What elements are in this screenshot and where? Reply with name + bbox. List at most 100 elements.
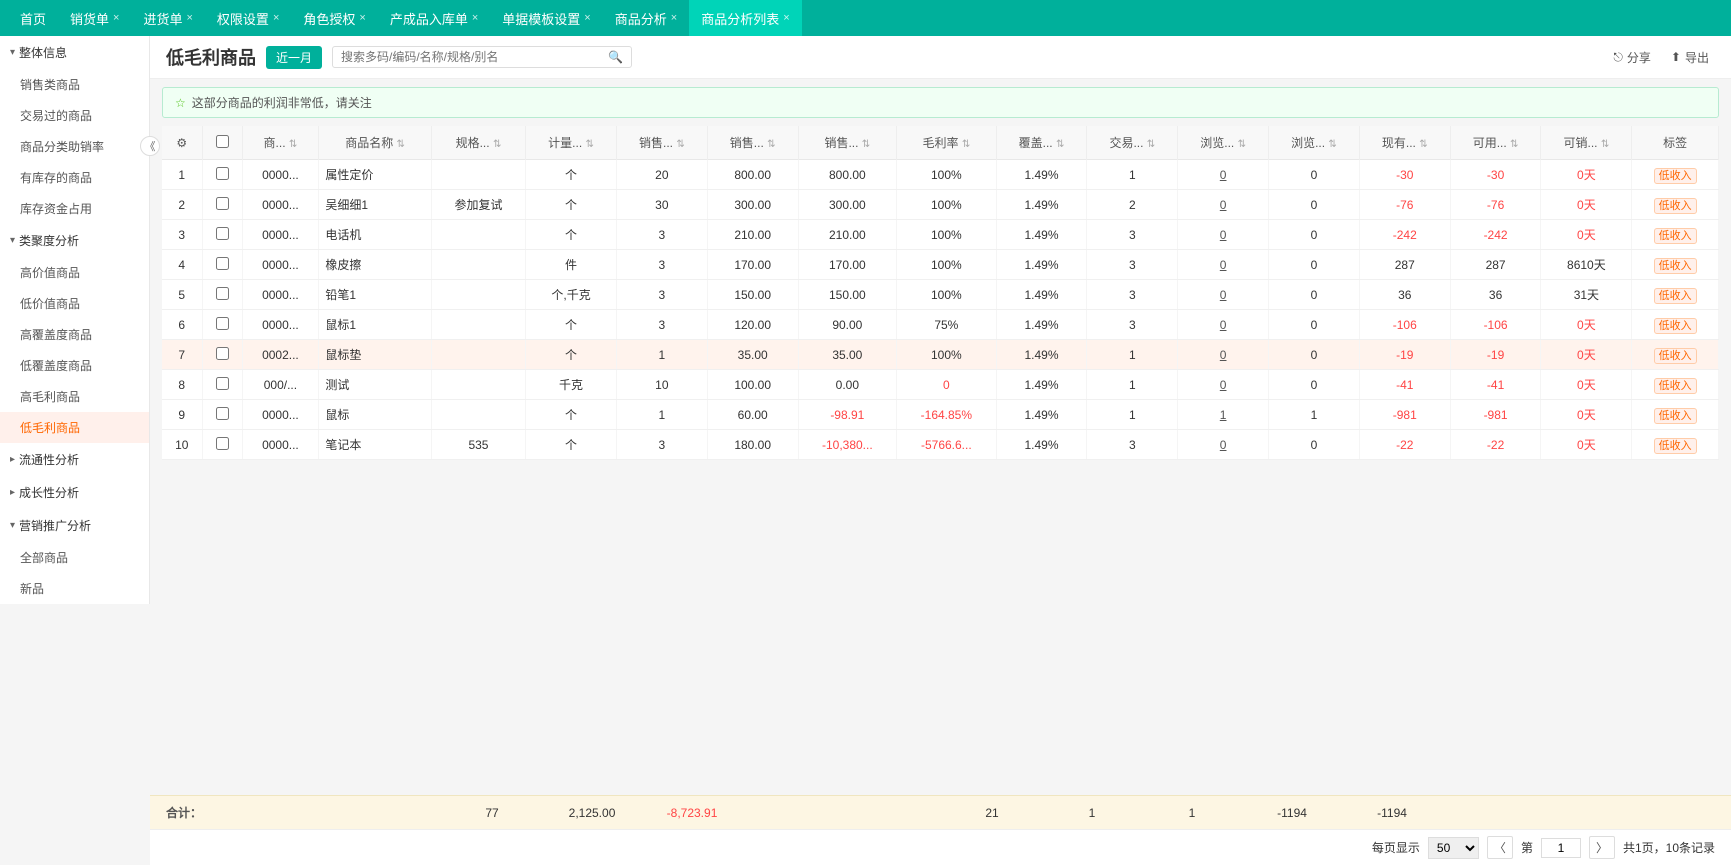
sidebar-item-capital[interactable]: 库存资金占用 (0, 193, 149, 224)
row-name: 电话机 (319, 220, 431, 250)
sidebar-item-low-coverage[interactable]: 低覆盖度商品 (0, 350, 149, 381)
row-tag: 低收入 (1632, 370, 1719, 400)
chevron-down-icon: ▾ (10, 47, 15, 58)
row-browse1: 0 (1178, 370, 1269, 400)
sidebar-item-high-margin[interactable]: 高毛利商品 (0, 381, 149, 412)
row-gross-margin: 0 (897, 370, 997, 400)
prev-page-button[interactable]: 〈 (1487, 836, 1513, 859)
sidebar-item-high-value[interactable]: 高价值商品 (0, 257, 149, 288)
per-page-label: 每页显示 (1372, 839, 1420, 856)
row-coverage: 1.49% (996, 250, 1087, 280)
sidebar-section-growth[interactable]: ▸ 成长性分析 (0, 476, 149, 509)
sidebar-section-marketing[interactable]: ▾ 营销推广分析 (0, 509, 149, 542)
close-icon[interactable]: × (584, 12, 590, 24)
per-page-select[interactable]: 50 20 100 (1428, 837, 1479, 859)
select-all-checkbox[interactable] (216, 135, 229, 148)
row-sales-amount: 60.00 (707, 400, 798, 430)
row-checkbox[interactable] (202, 430, 242, 460)
nav-permission[interactable]: 权限设置 × (205, 0, 291, 36)
row-browse1: 0 (1178, 220, 1269, 250)
row-unit: 个 (526, 310, 617, 340)
close-icon[interactable]: × (472, 12, 478, 24)
row-name: 鼠标垫 (319, 340, 431, 370)
nav-template-setting[interactable]: 单据模板设置 × (490, 0, 602, 36)
col-current-stock: 现有... ⇅ (1359, 126, 1450, 160)
date-filter-button[interactable]: 近一月 (266, 46, 322, 69)
chevron-down-icon: ▾ (10, 235, 15, 246)
sidebar-item-high-coverage[interactable]: 高覆盖度商品 (0, 319, 149, 350)
sidebar-section-cluster[interactable]: ▾ 类聚度分析 (0, 224, 149, 257)
row-name: 吴细细1 (319, 190, 431, 220)
chevron-down-icon: ▾ (10, 520, 15, 531)
nav-home[interactable]: 首页 (8, 0, 58, 36)
search-input[interactable] (341, 50, 603, 64)
row-sellable: 0天 (1541, 340, 1632, 370)
export-icon: ⬆ (1671, 50, 1681, 64)
close-icon[interactable]: × (671, 12, 677, 24)
sidebar-section-circulation[interactable]: ▸ 流通性分析 (0, 443, 149, 476)
export-button[interactable]: ⬆ 导出 (1665, 46, 1715, 69)
col-settings[interactable]: ⚙ (162, 126, 202, 160)
row-checkbox[interactable] (202, 400, 242, 430)
row-available: -981 (1450, 400, 1541, 430)
share-button[interactable]: ⎋ 分享 (1607, 46, 1657, 69)
table-row: 6 0000... 鼠标1 个 3 120.00 90.00 75% 1.49%… (162, 310, 1719, 340)
row-checkbox[interactable] (202, 250, 242, 280)
row-checkbox[interactable] (202, 160, 242, 190)
sidebar-item-all-products[interactable]: 全部商品 (0, 542, 149, 573)
search-icon[interactable]: 🔍 (608, 50, 623, 64)
row-gross-margin: 100% (897, 160, 997, 190)
row-spec: 参加复试 (431, 190, 525, 220)
row-checkbox[interactable] (202, 310, 242, 340)
nav-product-analysis-list[interactable]: 商品分析列表 × (689, 0, 801, 36)
row-browse2: 1 (1269, 400, 1360, 430)
row-sales-amount: 35.00 (707, 340, 798, 370)
pagination-bar: 每页显示 50 20 100 〈 第 〉 共1页，10条记录 (150, 829, 1731, 865)
close-icon[interactable]: × (783, 12, 789, 24)
col-available: 可用... ⇅ (1450, 126, 1541, 160)
col-sales-amount: 销售... ⇅ (707, 126, 798, 160)
row-gross-margin: 100% (897, 280, 997, 310)
header-actions: ⎋ 分享 ⬆ 导出 (1607, 46, 1715, 69)
row-coverage: 1.49% (996, 220, 1087, 250)
sidebar-item-sales-products[interactable]: 销售类商品 (0, 69, 149, 100)
row-checkbox[interactable] (202, 190, 242, 220)
row-sales-profit: 150.00 (798, 280, 897, 310)
row-checkbox[interactable] (202, 370, 242, 400)
nav-role-auth[interactable]: 角色授权 × (291, 0, 377, 36)
page-number-input[interactable] (1541, 838, 1581, 858)
nav-sales-order[interactable]: 销货单 × (58, 0, 131, 36)
next-page-button[interactable]: 〉 (1589, 836, 1615, 859)
sidebar-section-overall[interactable]: ▾ 整体信息 (0, 36, 149, 69)
nav-product-analysis[interactable]: 商品分析 × (603, 0, 689, 36)
row-checkbox[interactable] (202, 220, 242, 250)
sidebar-item-sales-rate[interactable]: 商品分类助销率 (0, 131, 149, 162)
close-icon[interactable]: × (359, 12, 365, 24)
row-sales-profit: 170.00 (798, 250, 897, 280)
nav-product-warehouse[interactable]: 产成品入库单 × (378, 0, 490, 36)
sidebar-item-low-value[interactable]: 低价值商品 (0, 288, 149, 319)
sidebar-item-traded-products[interactable]: 交易过的商品 (0, 100, 149, 131)
close-icon[interactable]: × (273, 12, 279, 24)
sidebar-item-low-margin[interactable]: 低毛利商品 (0, 412, 149, 443)
sidebar-item-in-stock[interactable]: 有库存的商品 (0, 162, 149, 193)
product-table: ⚙ 商... ⇅ 商品名称 ⇅ 规格... ⇅ 计量... ⇅ 销售... ⇅ … (162, 126, 1719, 460)
row-current-stock: -41 (1359, 370, 1450, 400)
row-sales-amount: 170.00 (707, 250, 798, 280)
row-code: 0000... (242, 220, 319, 250)
row-spec (431, 220, 525, 250)
row-tag: 低收入 (1632, 250, 1719, 280)
nav-purchase-order[interactable]: 进货单 × (131, 0, 204, 36)
row-browse1: 1 (1178, 400, 1269, 430)
close-icon[interactable]: × (186, 12, 192, 24)
sidebar-item-new-products[interactable]: 新品 (0, 573, 149, 604)
row-trade-count: 1 (1087, 400, 1178, 430)
row-unit: 千克 (526, 370, 617, 400)
sidebar: ▾ 整体信息 销售类商品 交易过的商品 商品分类助销率 有库存的商品 库存资金占… (0, 36, 150, 604)
row-checkbox[interactable] (202, 340, 242, 370)
close-icon[interactable]: × (113, 12, 119, 24)
sidebar-collapse-button[interactable]: 《 (140, 136, 160, 156)
row-sales-count: 30 (616, 190, 707, 220)
row-checkbox[interactable] (202, 280, 242, 310)
row-gross-margin: -5766.6... (897, 430, 997, 460)
